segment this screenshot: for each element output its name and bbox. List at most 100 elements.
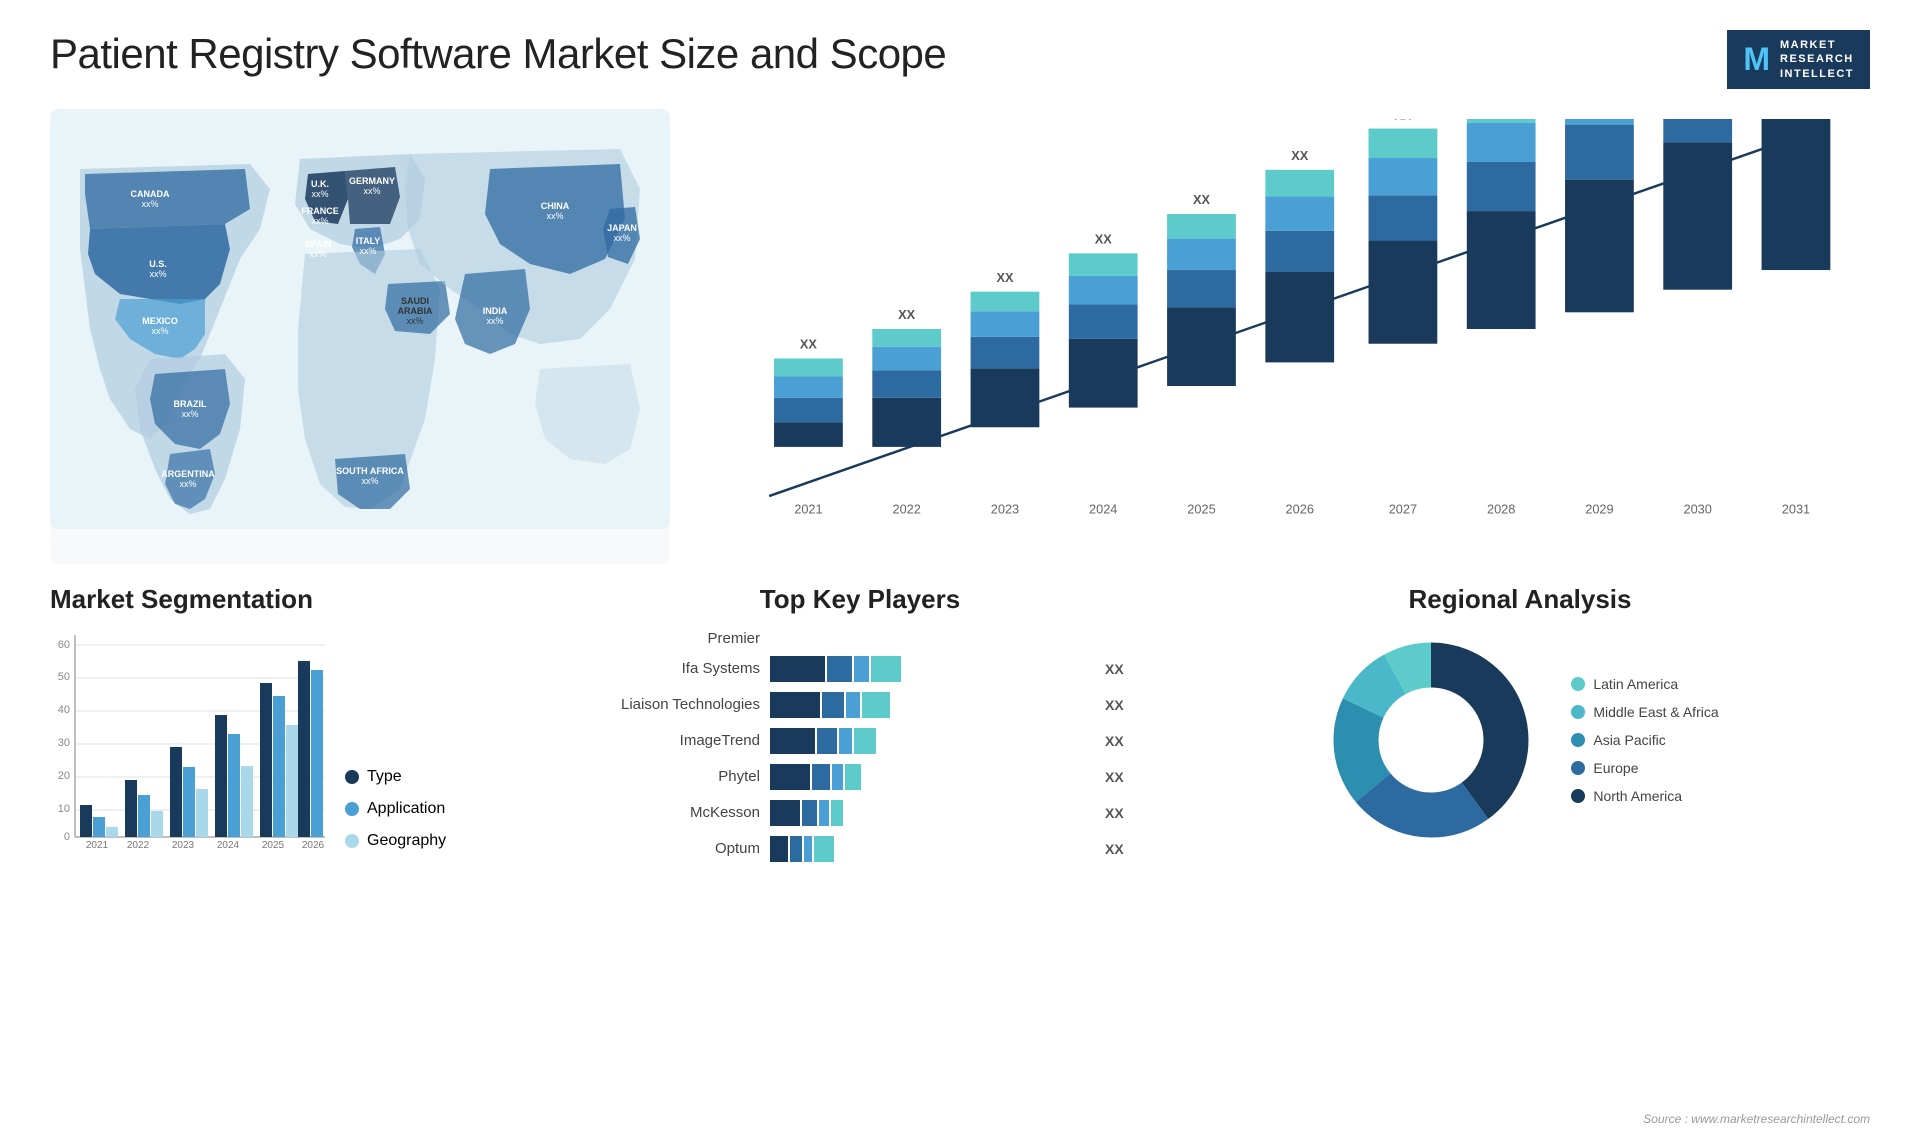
svg-text:xx%: xx% [486, 316, 503, 326]
svg-text:XX: XX [1193, 192, 1211, 207]
player-row: McKesson XX [590, 799, 1130, 827]
svg-text:50: 50 [58, 671, 70, 683]
svg-text:xx%: xx% [359, 246, 376, 256]
player-name: Premier [590, 630, 760, 647]
svg-text:CANADA: CANADA [131, 189, 170, 199]
svg-text:2023: 2023 [172, 840, 195, 850]
reg-legend-mea: Middle East & Africa [1571, 704, 1718, 720]
bar-chart-svg: XX 2021 XX 2022 XX 2023 [720, 119, 1850, 539]
svg-text:xx%: xx% [363, 186, 380, 196]
svg-text:xx%: xx% [309, 249, 326, 259]
player-bar: XX [770, 655, 1130, 683]
svg-text:2031: 2031 [1782, 502, 1810, 517]
svg-text:SOUTH AFRICA: SOUTH AFRICA [336, 466, 404, 476]
svg-text:CHINA: CHINA [541, 201, 570, 211]
svg-text:2022: 2022 [892, 502, 920, 517]
svg-text:2027: 2027 [1389, 502, 1417, 517]
regional-section: Regional Analysis [1170, 584, 1870, 863]
player-xx: XX [1105, 733, 1130, 749]
svg-text:20: 20 [58, 770, 70, 782]
logo-box: M MARKET RESEARCH INTELLECT [1727, 30, 1870, 89]
player-row: Ifa Systems XX [590, 655, 1130, 683]
logo-letter: M [1743, 41, 1770, 78]
svg-text:FRANCE: FRANCE [301, 206, 339, 216]
svg-text:2024: 2024 [217, 840, 240, 850]
player-name: McKesson [590, 804, 760, 821]
svg-text:2029: 2029 [1585, 502, 1613, 517]
svg-text:2023: 2023 [991, 502, 1019, 517]
latin-america-dot [1571, 677, 1585, 691]
svg-text:2026: 2026 [1286, 502, 1314, 517]
svg-text:XX: XX [1291, 148, 1309, 163]
svg-text:MEXICO: MEXICO [142, 316, 178, 326]
svg-text:xx%: xx% [361, 476, 378, 486]
svg-text:xx%: xx% [149, 269, 166, 279]
svg-text:SPAIN: SPAIN [305, 239, 332, 249]
svg-text:xx%: xx% [613, 233, 630, 243]
svg-text:xx%: xx% [546, 211, 563, 221]
europe-dot [1571, 761, 1585, 775]
player-xx: XX [1105, 841, 1130, 857]
svg-text:60: 60 [58, 639, 70, 651]
reg-legend-north-america: North America [1571, 788, 1718, 804]
bottom-row: Market Segmentation 60 50 40 30 20 10 0 [50, 584, 1870, 863]
svg-text:XX: XX [898, 307, 916, 322]
svg-text:xx%: xx% [406, 316, 423, 326]
regional-content: Latin America Middle East & Africa Asia … [1170, 630, 1870, 850]
svg-text:2021: 2021 [794, 502, 822, 517]
legend-type: Type [345, 768, 475, 786]
world-map-svg: CANADA xx% U.S. xx% MEXICO xx% BRAZIL xx… [50, 109, 670, 529]
svg-text:10: 10 [58, 803, 70, 815]
player-name: Optum [590, 840, 760, 857]
svg-text:ITALY: ITALY [356, 236, 381, 246]
svg-text:JAPAN: JAPAN [607, 223, 637, 233]
svg-text:U.S.: U.S. [149, 259, 167, 269]
segmentation-section: Market Segmentation 60 50 40 30 20 10 0 [50, 584, 550, 863]
svg-text:40: 40 [58, 704, 70, 716]
svg-text:XX: XX [800, 337, 818, 352]
regional-legend: Latin America Middle East & Africa Asia … [1571, 676, 1718, 804]
page-container: Patient Registry Software Market Size an… [0, 0, 1920, 1146]
svg-text:U.K.: U.K. [311, 179, 329, 189]
player-name: ImageTrend [590, 732, 760, 749]
segmentation-content: 60 50 40 30 20 10 0 [50, 630, 550, 850]
svg-text:BRAZIL: BRAZIL [174, 399, 207, 409]
logo-text: MARKET RESEARCH INTELLECT [1780, 38, 1854, 81]
player-bar: XX [770, 835, 1130, 863]
svg-text:2022: 2022 [127, 840, 150, 850]
logo: M MARKET RESEARCH INTELLECT [1727, 30, 1870, 89]
svg-text:xx%: xx% [141, 199, 158, 209]
svg-text:XX: XX [1394, 119, 1412, 123]
svg-text:xx%: xx% [181, 409, 198, 419]
svg-text:2021: 2021 [86, 840, 109, 850]
svg-text:XX: XX [1095, 231, 1113, 246]
legend-app-dot [345, 802, 359, 816]
segmentation-title: Market Segmentation [50, 584, 550, 615]
svg-text:2026: 2026 [302, 840, 325, 850]
svg-text:2030: 2030 [1683, 502, 1711, 517]
seg-chart: 60 50 40 30 20 10 0 [50, 630, 330, 850]
svg-text:xx%: xx% [311, 189, 328, 199]
players-list: Premier Ifa Systems XX [590, 630, 1130, 863]
seg-chart-svg: 60 50 40 30 20 10 0 [50, 630, 330, 850]
legend-type-dot [345, 770, 359, 784]
legend-application: Application [345, 800, 475, 818]
seg-legend: Type Application Geography [345, 768, 475, 850]
reg-legend-latin: Latin America [1571, 676, 1718, 692]
player-row: Optum XX [590, 835, 1130, 863]
svg-text:2024: 2024 [1089, 502, 1117, 517]
player-name: Ifa Systems [590, 660, 760, 677]
svg-text:0: 0 [64, 831, 70, 843]
svg-text:SAUDI: SAUDI [401, 296, 429, 306]
svg-text:ARGENTINA: ARGENTINA [161, 469, 215, 479]
player-bar: XX [770, 727, 1130, 755]
reg-legend-europe: Europe [1571, 760, 1718, 776]
player-row: ImageTrend XX [590, 727, 1130, 755]
north-america-dot [1571, 789, 1585, 803]
player-bar: XX [770, 799, 1130, 827]
regional-title: Regional Analysis [1170, 584, 1870, 615]
map-section: CANADA xx% U.S. xx% MEXICO xx% BRAZIL xx… [50, 109, 670, 564]
top-row: CANADA xx% U.S. xx% MEXICO xx% BRAZIL xx… [50, 109, 1870, 564]
svg-text:xx%: xx% [311, 216, 328, 226]
svg-text:xx%: xx% [151, 326, 168, 336]
